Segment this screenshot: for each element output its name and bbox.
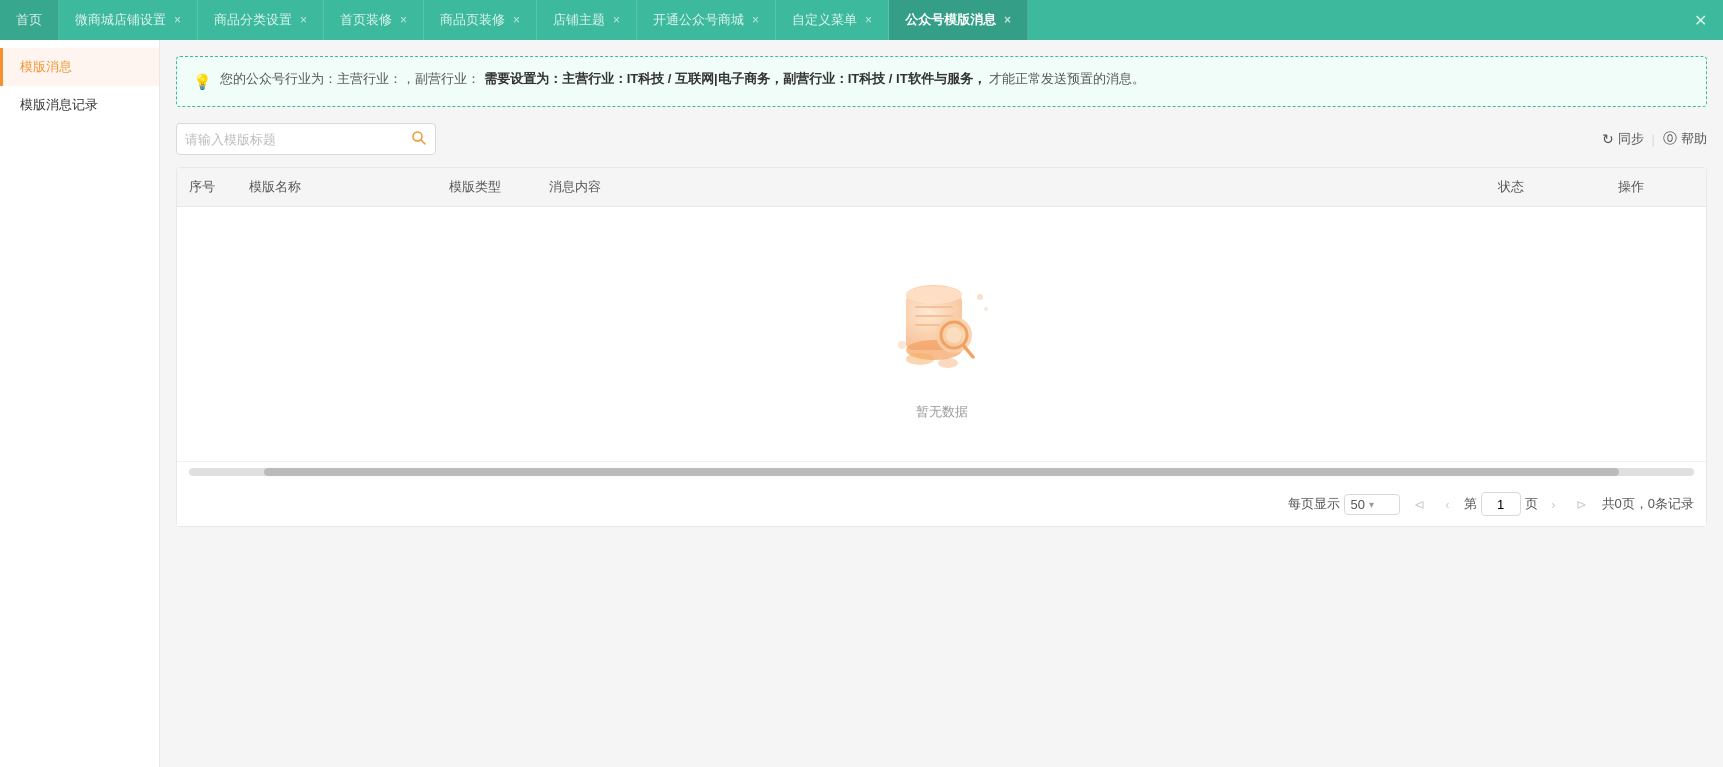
page-last-button[interactable]: ⊳ <box>1570 492 1594 516</box>
tab-template-msg-close[interactable]: × <box>1004 14 1011 26</box>
search-icon[interactable] <box>411 130 427 149</box>
tab-shop-theme-label: 店铺主题 <box>553 11 605 29</box>
notice-suffix: 才能正常发送预置的消息。 <box>989 71 1145 86</box>
tab-home-decoration[interactable]: 首页装修 × <box>324 0 424 40</box>
page-number-input[interactable] <box>1481 492 1521 516</box>
tab-weishop-settings[interactable]: 微商城店铺设置 × <box>59 0 198 40</box>
notice-icon: 💡 <box>193 70 212 94</box>
tab-home-decoration-label: 首页装修 <box>340 11 392 29</box>
col-content: 消息内容 <box>537 168 1486 207</box>
help-button[interactable]: ⓪ 帮助 <box>1663 130 1707 148</box>
page-size-chevron: ▾ <box>1369 499 1374 510</box>
help-label: 帮助 <box>1681 130 1707 148</box>
tab-open-mall-label: 开通公众号商城 <box>653 11 744 29</box>
tab-weishop-label: 微商城店铺设置 <box>75 11 166 29</box>
pagination-row: 每页显示 50 ▾ ⊲ ‹ 第 页 › ⊳ 共0页，0条记录 <box>177 482 1706 526</box>
tab-open-mall-close[interactable]: × <box>752 14 759 26</box>
empty-illustration <box>882 267 1002 387</box>
sidebar-item-template-message-log-label: 模版消息记录 <box>20 97 98 112</box>
col-name: 模版名称 <box>237 168 437 207</box>
page-prefix-label: 第 <box>1464 495 1477 513</box>
page-size-box[interactable]: 50 ▾ <box>1344 494 1400 515</box>
page-size-value: 50 <box>1351 497 1365 512</box>
sidebar-item-template-message-log[interactable]: 模版消息记录 <box>0 86 159 124</box>
col-type: 模版类型 <box>437 168 537 207</box>
table-head: 序号 模版名称 模版类型 消息内容 状态 <box>177 168 1706 207</box>
tab-product-category-close[interactable]: × <box>300 14 307 26</box>
scrollbar-track[interactable] <box>189 468 1694 476</box>
scrollbar-thumb[interactable] <box>264 468 1619 476</box>
tab-custom-menu[interactable]: 自定义菜单 × <box>776 0 889 40</box>
notice-box: 💡 您的公众号行业为：主营行业：，副营行业： 需要设置为：主营行业：IT科技 /… <box>176 56 1707 107</box>
table-empty-row: 暂无数据 <box>177 207 1706 462</box>
svg-point-17 <box>938 358 958 368</box>
svg-point-16 <box>906 353 934 365</box>
page-first-button[interactable]: ⊲ <box>1408 492 1432 516</box>
data-table: 序号 模版名称 模版类型 消息内容 状态 <box>177 168 1706 461</box>
search-row: ↻ 同步 | ⓪ 帮助 <box>176 123 1707 155</box>
tab-shop-theme[interactable]: 店铺主题 × <box>537 0 637 40</box>
table-body: 暂无数据 <box>177 207 1706 462</box>
page-size-select: 每页显示 50 ▾ <box>1288 494 1400 515</box>
tab-product-category-label: 商品分类设置 <box>214 11 292 29</box>
main-content: 💡 您的公众号行业为：主营行业：，副营行业： 需要设置为：主营行业：IT科技 /… <box>160 40 1723 767</box>
table-header-row: 序号 模版名称 模版类型 消息内容 状态 <box>177 168 1706 207</box>
svg-line-1 <box>421 140 425 144</box>
tab-template-msg-label: 公众号模版消息 <box>905 11 996 29</box>
tab-product-decoration-label: 商品页装修 <box>440 11 505 29</box>
layout: 模版消息 模版消息记录 💡 您的公众号行业为：主营行业：，副营行业： 需要设置为… <box>0 40 1723 767</box>
page-prev-button[interactable]: ‹ <box>1436 492 1460 516</box>
sync-label: 同步 <box>1618 130 1644 148</box>
page-nav: ⊲ ‹ 第 页 › ⊳ <box>1408 492 1594 516</box>
page-next-button[interactable]: › <box>1542 492 1566 516</box>
svg-point-14 <box>984 307 988 311</box>
sync-icon: ↻ <box>1602 131 1614 147</box>
svg-line-11 <box>963 345 973 357</box>
tab-bar: 首页 微商城店铺设置 × 商品分类设置 × 首页装修 × 商品页装修 × 店铺主… <box>0 0 1723 40</box>
tab-shop-theme-close[interactable]: × <box>613 14 620 26</box>
search-input-wrap[interactable] <box>176 123 436 155</box>
notice-prefix: 您的公众号行业为：主营行业：，副营行业： <box>220 71 480 86</box>
tab-product-decoration-close[interactable]: × <box>513 14 520 26</box>
tab-product-decoration[interactable]: 商品页装修 × <box>424 0 537 40</box>
sync-button[interactable]: ↻ 同步 <box>1602 130 1644 148</box>
page-unit-label: 页 <box>1525 495 1538 513</box>
page-size-prefix: 每页显示 <box>1288 495 1340 513</box>
tab-home[interactable]: 首页 <box>0 0 59 40</box>
tab-custom-menu-close[interactable]: × <box>865 14 872 26</box>
col-seq: 序号 <box>177 168 237 207</box>
svg-point-5 <box>906 286 962 304</box>
svg-point-12 <box>946 327 962 343</box>
tab-home-label: 首页 <box>16 11 42 29</box>
scrollbar-area[interactable] <box>177 461 1706 482</box>
tab-home-decoration-close[interactable]: × <box>400 14 407 26</box>
svg-point-15 <box>898 341 906 349</box>
sidebar-item-template-message-label: 模版消息 <box>20 59 72 74</box>
tab-open-mall[interactable]: 开通公众号商城 × <box>637 0 776 40</box>
svg-point-13 <box>977 294 983 300</box>
notice-text: 您的公众号行业为：主营行业：，副营行业： 需要设置为：主营行业：IT科技 / 互… <box>220 69 1145 90</box>
table-wrapper: 序号 模版名称 模版类型 消息内容 状态 <box>176 167 1707 527</box>
empty-state: 暂无数据 <box>177 207 1706 461</box>
page-total: 共0页，0条记录 <box>1602 495 1694 513</box>
toolbar-divider: | <box>1652 132 1655 147</box>
tab-weishop-close[interactable]: × <box>174 14 181 26</box>
empty-cell: 暂无数据 <box>177 207 1706 462</box>
col-status: 状态 <box>1486 168 1606 207</box>
toolbar-right: ↻ 同步 | ⓪ 帮助 <box>1602 130 1707 148</box>
tab-custom-menu-label: 自定义菜单 <box>792 11 857 29</box>
help-icon: ⓪ <box>1663 130 1677 148</box>
notice-highlight: 需要设置为：主营行业：IT科技 / 互联网|电子商务，副营行业：IT科技 / I… <box>484 71 986 86</box>
sidebar: 模版消息 模版消息记录 <box>0 40 160 767</box>
tab-template-msg[interactable]: 公众号模版消息 × <box>889 0 1028 40</box>
tab-product-category[interactable]: 商品分类设置 × <box>198 0 324 40</box>
sidebar-item-template-message[interactable]: 模版消息 <box>0 48 159 86</box>
col-action: 操作 <box>1606 168 1706 207</box>
tab-bar-close-all[interactable]: ✕ <box>1678 11 1723 30</box>
search-input[interactable] <box>185 132 411 147</box>
empty-text: 暂无数据 <box>916 403 968 421</box>
